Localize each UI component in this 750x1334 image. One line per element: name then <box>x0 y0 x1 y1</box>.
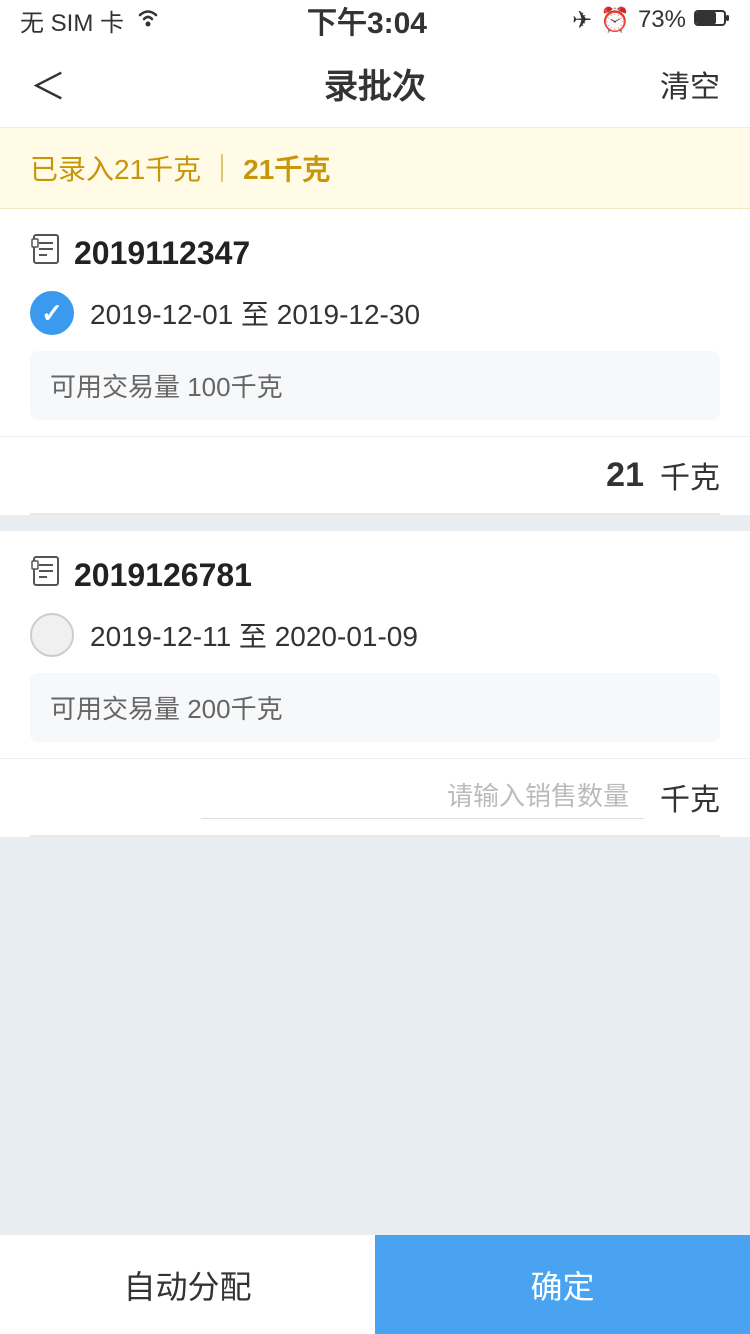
batch-date-2: 2019-12-11 至 2020-01-09 <box>90 615 418 655</box>
quantity-input-2[interactable] <box>201 775 644 819</box>
quantity-unit-2: 千克 <box>660 775 720 819</box>
batch-item-1: 2019112347 2019-12-01 至 2019-12-30 可用交易量… <box>0 209 750 515</box>
quantity-row-2[interactable]: 千克 <box>0 758 750 835</box>
summary-label: 已录入21千克 <box>30 148 201 188</box>
batch-available-2: 可用交易量 200千克 <box>30 673 720 742</box>
no-sim-text: 无 SIM 卡 <box>20 3 124 38</box>
quantity-value-1: 21 <box>606 456 644 495</box>
bottom-bar: 自动分配 确定 <box>0 1234 750 1334</box>
batch-date-row-2[interactable]: 2019-12-11 至 2020-01-09 <box>0 605 750 673</box>
clear-button[interactable]: 清空 <box>660 62 720 106</box>
batch-id-2: 2019126781 <box>74 557 252 594</box>
quantity-row-1: 21 千克 <box>0 436 750 513</box>
batch-id-1: 2019112347 <box>74 235 250 272</box>
page-title: 录批次 <box>324 59 426 108</box>
status-bar: 无 SIM 卡 下午3:04 ✈ ⏰ 73% <box>0 0 750 40</box>
battery-percent: 73% <box>638 6 686 34</box>
auto-distribute-button[interactable]: 自动分配 <box>0 1235 375 1334</box>
batch-available-1: 可用交易量 100千克 <box>30 351 720 420</box>
status-left: 无 SIM 卡 <box>20 3 162 38</box>
batch-header-1: 2019112347 <box>0 209 750 283</box>
batch-id-icon-1 <box>30 233 62 273</box>
item-separator-1 <box>0 515 750 531</box>
wifi-icon <box>134 6 162 34</box>
batch-id-icon-2 <box>30 555 62 595</box>
summary-value: 21千克 <box>243 148 330 188</box>
batch-date-row-1[interactable]: 2019-12-01 至 2019-12-30 <box>0 283 750 351</box>
footer-spacer <box>0 837 750 1237</box>
confirm-button[interactable]: 确定 <box>375 1235 750 1334</box>
batch-header-2: 2019126781 <box>0 531 750 605</box>
alarm-icon: ⏰ <box>600 6 630 35</box>
location-icon: ✈ <box>572 6 592 35</box>
back-button[interactable]: ＜ <box>30 58 90 110</box>
summary-divider <box>221 154 223 182</box>
batch-date-1: 2019-12-01 至 2019-12-30 <box>90 293 420 333</box>
nav-bar: ＜ 录批次 清空 <box>0 40 750 128</box>
status-time: 下午3:04 <box>307 0 427 42</box>
batch-item-2: 2019126781 2019-12-11 至 2020-01-09 可用交易量… <box>0 531 750 837</box>
radio-unchecked-2[interactable] <box>30 613 74 657</box>
quantity-unit-1: 千克 <box>660 453 720 497</box>
summary-bar: 已录入21千克 21千克 <box>0 128 750 209</box>
radio-checked-1[interactable] <box>30 291 74 335</box>
battery-icon <box>694 6 730 34</box>
status-right: ✈ ⏰ 73% <box>572 6 730 35</box>
